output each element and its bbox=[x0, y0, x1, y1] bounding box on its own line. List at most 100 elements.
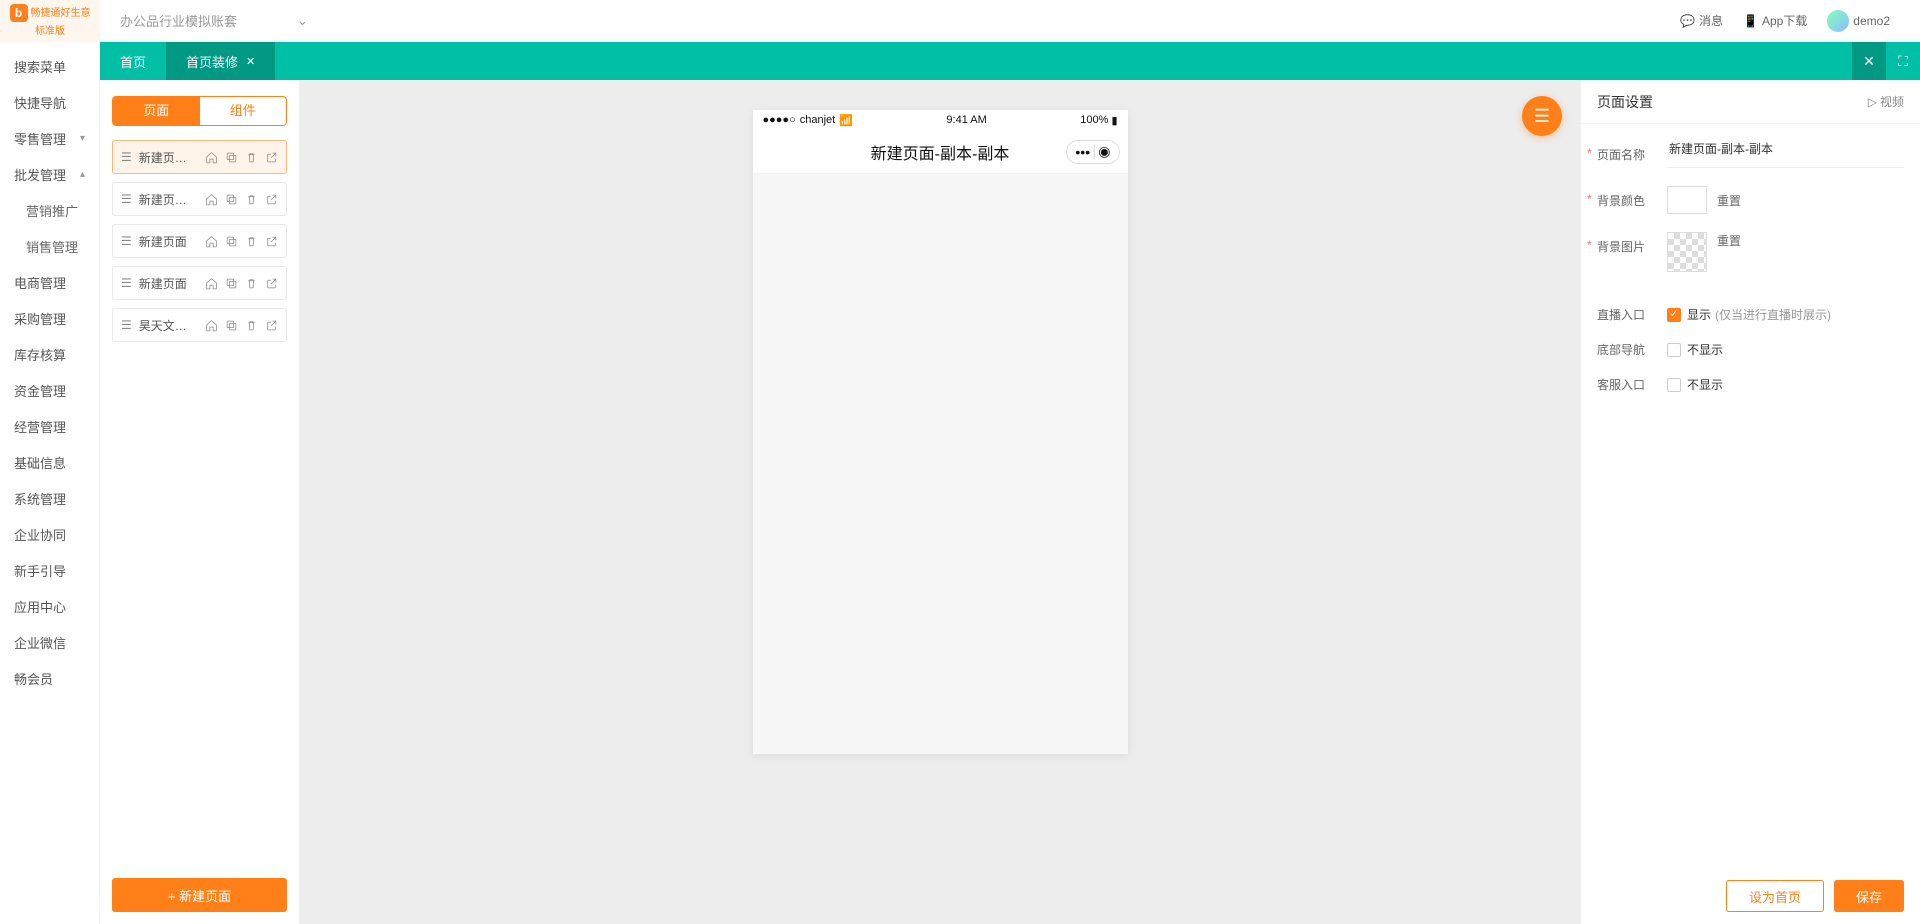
share-icon[interactable] bbox=[265, 235, 278, 248]
sidebar-item-ecommerce[interactable]: 电商管理 bbox=[0, 264, 99, 300]
settings-title: 页面设置 bbox=[1597, 92, 1653, 112]
save-button[interactable]: 保存 bbox=[1834, 880, 1904, 912]
sidebar-subitem-sales[interactable]: 销售管理 bbox=[0, 228, 99, 264]
home-icon[interactable] bbox=[205, 235, 218, 248]
bg-image-reset[interactable]: 重置 bbox=[1717, 232, 1741, 249]
logo[interactable]: b 畅捷通好生意 标准版 bbox=[0, 0, 100, 42]
service-label: 客服入口 bbox=[1597, 376, 1667, 393]
sidebar-item-label: 企业协同 bbox=[14, 525, 66, 544]
delete-icon[interactable] bbox=[245, 235, 258, 248]
phone-body[interactable] bbox=[753, 174, 1128, 754]
app-download-link[interactable]: 📱 App下载 bbox=[1743, 12, 1807, 29]
page-item[interactable]: ☰ 新建页面 bbox=[112, 266, 287, 300]
sidebar-item-system[interactable]: 系统管理 bbox=[0, 480, 99, 516]
sidebar-item-guide[interactable]: 新手引导 bbox=[0, 552, 99, 588]
bg-color-label: 背景颜色 bbox=[1597, 192, 1667, 209]
sidebar-item-label: 新手引导 bbox=[14, 561, 66, 580]
copy-icon[interactable] bbox=[225, 235, 238, 248]
share-icon[interactable] bbox=[265, 277, 278, 290]
sidebar-item-appcenter[interactable]: 应用中心 bbox=[0, 588, 99, 624]
user-menu[interactable]: demo2 bbox=[1827, 10, 1890, 32]
settings-header: 页面设置 ▷视频 bbox=[1581, 80, 1920, 124]
bottom-nav-checkbox[interactable] bbox=[1667, 343, 1681, 357]
sidebar-item-label: 企业微信 bbox=[14, 633, 66, 652]
page-name: 新建页面-副本 bbox=[139, 191, 198, 208]
app-download-label: App下载 bbox=[1762, 12, 1807, 29]
copy-icon[interactable] bbox=[225, 151, 238, 164]
menu-fab-button[interactable]: ☰ bbox=[1522, 96, 1562, 136]
capsule[interactable]: ••• | ◉ bbox=[1066, 140, 1119, 164]
target-icon: ◉ bbox=[1098, 143, 1110, 160]
tab-bar: 首页 首页装修✕ ✕ ⛶ bbox=[100, 42, 1920, 80]
sidebar-item-search[interactable]: 搜索菜单 bbox=[0, 48, 99, 84]
pill-tab-pages[interactable]: 页面 bbox=[113, 97, 200, 125]
copy-icon[interactable] bbox=[225, 193, 238, 206]
drag-icon[interactable]: ☰ bbox=[121, 234, 132, 248]
bg-color-swatch[interactable] bbox=[1667, 186, 1707, 214]
page-name-input[interactable]: 新建页面-副本-副本 bbox=[1667, 140, 1904, 168]
home-icon[interactable] bbox=[205, 193, 218, 206]
home-icon[interactable] bbox=[205, 319, 218, 332]
add-page-button[interactable]: + 新建页面 bbox=[112, 878, 287, 912]
share-icon[interactable] bbox=[265, 151, 278, 164]
sidebar-item-finance[interactable]: 资金管理 bbox=[0, 372, 99, 408]
live-hint: (仅当进行直播时展示) bbox=[1715, 306, 1831, 323]
close-button[interactable]: ✕ bbox=[1852, 42, 1886, 80]
settings-form: 页面名称 新建页面-副本-副本 背景颜色 重置 背景图片 重置 bbox=[1581, 124, 1920, 411]
service-checkbox[interactable] bbox=[1667, 378, 1681, 392]
share-icon[interactable] bbox=[265, 319, 278, 332]
messages-link[interactable]: 💬 消息 bbox=[1680, 12, 1723, 29]
sidebar-item-label: 系统管理 bbox=[14, 489, 66, 508]
tab-home[interactable]: 首页 bbox=[100, 42, 166, 80]
settings-panel: 页面设置 ▷视频 页面名称 新建页面-副本-副本 背景颜色 重置 背景图片 bbox=[1580, 80, 1920, 924]
page-list: ☰ 新建页面-副本... ☰ 新建页面-副本 bbox=[112, 140, 287, 870]
carrier: chanjet bbox=[800, 114, 835, 126]
copy-icon[interactable] bbox=[225, 319, 238, 332]
page-item[interactable]: ☰ 昊天文具店 bbox=[112, 308, 287, 342]
sidebar-item-purchase[interactable]: 采购管理 bbox=[0, 300, 99, 336]
copy-icon[interactable] bbox=[225, 277, 238, 290]
delete-icon[interactable] bbox=[245, 319, 258, 332]
account-set-selector[interactable]: 办公品行业模拟账套 ⌄ bbox=[120, 11, 308, 30]
home-icon[interactable] bbox=[205, 277, 218, 290]
drag-icon[interactable]: ☰ bbox=[121, 276, 132, 290]
sidebar-item-wechat[interactable]: 企业微信 bbox=[0, 624, 99, 660]
sidebar-item-wholesale[interactable]: 批发管理▴ bbox=[0, 156, 99, 192]
page-item[interactable]: ☰ 新建页面 bbox=[112, 224, 287, 258]
close-tab-icon[interactable]: ✕ bbox=[246, 55, 255, 68]
home-icon[interactable] bbox=[205, 151, 218, 164]
page-item[interactable]: ☰ 新建页面-副本 bbox=[112, 182, 287, 216]
sidebar-item-member[interactable]: 畅会员 bbox=[0, 660, 99, 696]
drag-icon[interactable]: ☰ bbox=[121, 318, 132, 332]
sidebar-item-basic[interactable]: 基础信息 bbox=[0, 444, 99, 480]
bottom-nav-text: 不显示 bbox=[1687, 341, 1723, 358]
drag-icon[interactable]: ☰ bbox=[121, 150, 132, 164]
phone-nav-bar: 新建页面-副本-副本 ••• | ◉ bbox=[753, 130, 1128, 174]
bg-color-reset[interactable]: 重置 bbox=[1717, 192, 1741, 209]
logo-brand: 畅捷通好生意 bbox=[31, 8, 91, 19]
delete-icon[interactable] bbox=[245, 193, 258, 206]
avatar-icon bbox=[1827, 10, 1849, 32]
set-home-button[interactable]: 设为首页 bbox=[1726, 880, 1824, 912]
field-bottom-nav: 底部导航 不显示 bbox=[1597, 341, 1904, 358]
delete-icon[interactable] bbox=[245, 151, 258, 164]
sidebar-item-collab[interactable]: 企业协同 bbox=[0, 516, 99, 552]
drag-icon[interactable]: ☰ bbox=[121, 192, 132, 206]
share-icon[interactable] bbox=[265, 193, 278, 206]
video-label: 视频 bbox=[1880, 93, 1904, 110]
tab-page-design[interactable]: 首页装修✕ bbox=[166, 42, 275, 80]
delete-icon[interactable] bbox=[245, 277, 258, 290]
live-checkbox[interactable]: ✓ bbox=[1667, 308, 1681, 322]
sidebar-item-quick-nav[interactable]: 快捷导航 bbox=[0, 84, 99, 120]
sidebar-subitem-marketing[interactable]: 营销推广 bbox=[0, 192, 99, 228]
sidebar-item-operation[interactable]: 经营管理 bbox=[0, 408, 99, 444]
page-item[interactable]: ☰ 新建页面-副本... bbox=[112, 140, 287, 174]
phone-status-bar: ●●●●○ chanjet 📶 9:41 AM 100% ▮ bbox=[753, 110, 1128, 130]
sidebar-item-inventory[interactable]: 库存核算 bbox=[0, 336, 99, 372]
pill-tab-components[interactable]: 组件 bbox=[200, 97, 287, 125]
page-name: 新建页面 bbox=[139, 233, 198, 250]
sidebar-item-retail[interactable]: 零售管理▾ bbox=[0, 120, 99, 156]
video-link[interactable]: ▷视频 bbox=[1868, 93, 1904, 110]
bg-image-picker[interactable] bbox=[1667, 232, 1707, 272]
fullscreen-button[interactable]: ⛶ bbox=[1886, 42, 1920, 80]
